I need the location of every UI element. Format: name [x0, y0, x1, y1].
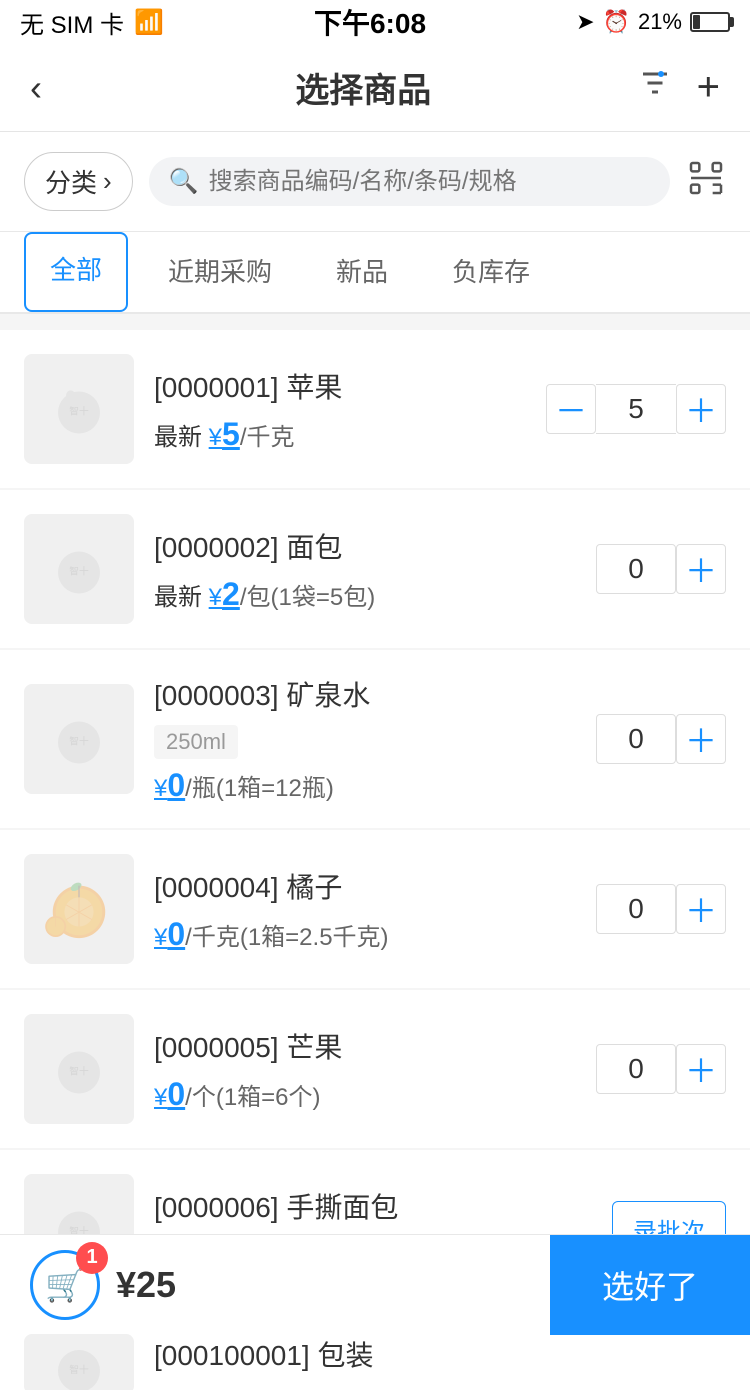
tab-new[interactable]: 新品	[312, 232, 412, 312]
cart-badge: 1	[76, 1242, 108, 1274]
product-name: [0000004] 橘子	[154, 866, 576, 906]
qty-input[interactable]	[596, 714, 676, 764]
product-image	[24, 854, 134, 964]
product-info: [0000005] 芒果 ¥0/个(1箱=6个)	[154, 1026, 576, 1113]
qty-minus-button[interactable]: －	[546, 384, 596, 434]
status-time: 下午6:08	[314, 2, 426, 42]
qty-input[interactable]	[596, 544, 676, 594]
category-arrow: ›	[103, 166, 112, 197]
qty-input[interactable]	[596, 384, 676, 434]
back-button[interactable]: ‹	[30, 67, 90, 109]
scan-icon[interactable]	[686, 158, 726, 206]
qty-control: ＋	[596, 884, 726, 934]
cart-section: 🛒 1 ¥25	[0, 1250, 550, 1320]
svg-text:智十: 智十	[69, 405, 89, 418]
product-info: [0000004] 橘子 ¥0/千克(1箱=2.5千克)	[154, 866, 576, 953]
tab-bar: 全部 近期采购 新品 负库存	[0, 232, 750, 314]
svg-text:智十: 智十	[69, 1065, 89, 1078]
product-image: 智十	[24, 1014, 134, 1124]
qty-control: － ＋	[546, 384, 726, 434]
qty-plus-button[interactable]: ＋	[676, 544, 726, 594]
product-price: ¥0/瓶(1箱=12瓶)	[154, 767, 576, 804]
svg-text:智十: 智十	[69, 735, 89, 748]
product-name: [0000005] 芒果	[154, 1026, 576, 1066]
category-button[interactable]: 分类 ›	[24, 152, 133, 211]
product-item: 智十 [0000003] 矿泉水 250ml ¥0/瓶(1箱=12瓶) ＋	[0, 650, 750, 828]
carrier-text: 无 SIM 卡	[20, 5, 124, 40]
product-price: 最新 ¥5/千克	[154, 416, 526, 453]
location-icon: ➤	[576, 9, 594, 35]
tab-all[interactable]: 全部	[24, 232, 128, 312]
qty-control: ＋	[596, 714, 726, 764]
product-info: [0000001] 苹果 最新 ¥5/千克	[154, 366, 526, 453]
page-title: 选择商品	[295, 63, 431, 112]
wifi-icon: 📶	[134, 8, 164, 37]
qty-plus-button[interactable]: ＋	[676, 1044, 726, 1094]
product-name: [000100001] 包装	[154, 1334, 726, 1374]
alarm-icon: ⏰	[603, 9, 630, 35]
product-image: 智十	[24, 514, 134, 624]
cart-total: ¥25	[116, 1264, 176, 1306]
search-bar: 分类 › 🔍	[0, 132, 750, 232]
product-info: [000100001] 包装	[154, 1334, 726, 1384]
qty-input[interactable]	[596, 884, 676, 934]
product-item: 智十 [0000005] 芒果 ¥0/个(1箱=6个) ＋	[0, 990, 750, 1148]
product-name: [0000002] 面包	[154, 526, 576, 566]
battery-text: 21%	[638, 9, 682, 35]
qty-input[interactable]	[596, 1044, 676, 1094]
tab-negative[interactable]: 负库存	[428, 232, 554, 312]
battery-icon	[690, 12, 730, 32]
product-name: [0000001] 苹果	[154, 366, 526, 406]
search-input[interactable]	[209, 168, 650, 196]
add-icon[interactable]: +	[697, 65, 720, 110]
svg-text:智十: 智十	[69, 565, 89, 578]
cart-icon-wrap[interactable]: 🛒 1	[30, 1250, 100, 1320]
qty-plus-button[interactable]: ＋	[676, 384, 726, 434]
confirm-button[interactable]: 选好了	[550, 1235, 750, 1335]
bottom-bar: 🛒 1 ¥25 选好了	[0, 1234, 750, 1334]
filter-icon[interactable]	[637, 65, 673, 110]
nav-bar: ‹ 选择商品 +	[0, 44, 750, 132]
product-image: 智十	[24, 684, 134, 794]
product-item: 智十 [0000001] 苹果 最新 ¥5/千克 － ＋	[0, 330, 750, 488]
qty-plus-button[interactable]: ＋	[676, 884, 726, 934]
product-name: [0000003] 矿泉水	[154, 674, 576, 714]
product-image: 智十	[24, 1334, 134, 1390]
product-info: [0000002] 面包 最新 ¥2/包(1袋=5包)	[154, 526, 576, 613]
product-item: [0000004] 橘子 ¥0/千克(1箱=2.5千克) ＋	[0, 830, 750, 988]
qty-control: ＋	[596, 1044, 726, 1094]
svg-text:智十: 智十	[69, 1363, 89, 1376]
product-image: 智十	[24, 354, 134, 464]
search-icon: 🔍	[169, 167, 199, 196]
status-bar: 无 SIM 卡 📶 下午6:08 ➤ ⏰ 21%	[0, 0, 750, 44]
product-item: 智十 [0000002] 面包 最新 ¥2/包(1袋=5包) ＋	[0, 490, 750, 648]
qty-control: ＋	[596, 544, 726, 594]
product-name: [0000006] 手撕面包	[154, 1186, 592, 1226]
product-list: 智十 [0000001] 苹果 最新 ¥5/千克 － ＋ 智十 [0000002…	[0, 330, 750, 1390]
search-input-wrap[interactable]: 🔍	[149, 157, 670, 206]
product-info: [0000003] 矿泉水 250ml ¥0/瓶(1箱=12瓶)	[154, 674, 576, 804]
status-right: ➤ ⏰ 21%	[576, 9, 730, 35]
tab-recent[interactable]: 近期采购	[144, 232, 296, 312]
product-price: ¥0/千克(1箱=2.5千克)	[154, 916, 576, 953]
nav-actions: +	[637, 65, 720, 110]
product-spec: 250ml	[154, 725, 238, 759]
qty-plus-button[interactable]: ＋	[676, 714, 726, 764]
product-price: ¥0/个(1箱=6个)	[154, 1076, 576, 1113]
product-price: 最新 ¥2/包(1袋=5包)	[154, 576, 576, 613]
status-left: 无 SIM 卡 📶	[20, 5, 164, 40]
